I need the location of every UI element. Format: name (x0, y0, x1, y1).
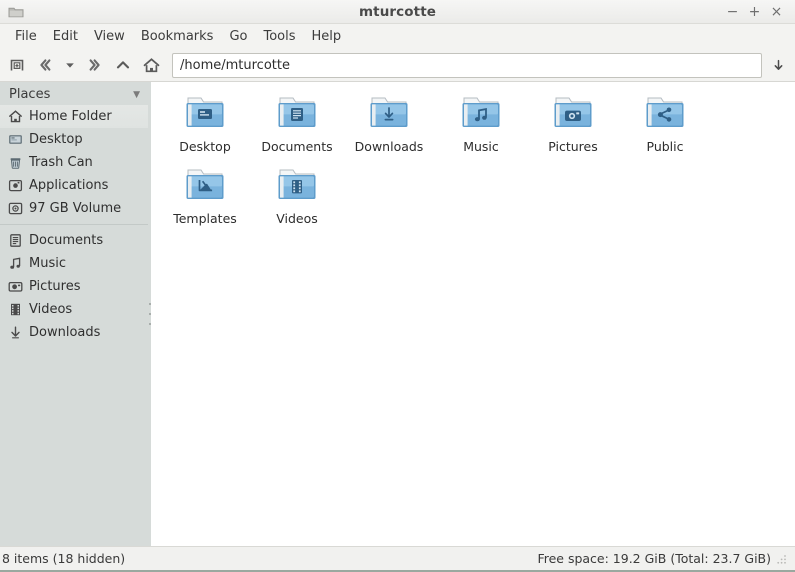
new-tab-icon[interactable] (4, 52, 30, 78)
file-name: Downloads (354, 139, 424, 154)
sidebar-item-desktop[interactable]: Desktop (0, 128, 148, 151)
file-name: Pictures (548, 139, 598, 154)
places-sidebar: Places ▼ Home Folder Desktop Trash Can A… (0, 82, 148, 546)
menu-bar: File Edit View Bookmarks Go Tools Help (0, 24, 795, 49)
sidebar-item-pictures[interactable]: Pictures (0, 275, 148, 298)
file-item-music[interactable]: Music (435, 88, 527, 160)
file-name: Public (646, 139, 684, 154)
sidebar-item-label: Trash Can (29, 155, 93, 170)
sidebar-item-music[interactable]: Music (0, 252, 148, 275)
folder-public-icon (641, 92, 689, 136)
folder-videos-icon (273, 164, 321, 208)
drive-icon (7, 201, 23, 217)
sidebar-item-label: Documents (29, 233, 104, 248)
sidebar-item-97-gb-volume[interactable]: 97 GB Volume (0, 197, 148, 220)
file-item-public[interactable]: Public (619, 88, 711, 160)
path-input[interactable]: /home/mturcotte (172, 52, 762, 78)
folder-desktop-icon (181, 92, 229, 136)
file-item-templates[interactable]: Templates (159, 160, 251, 232)
status-item-count: 8 items (18 hidden) (2, 551, 126, 566)
history-dropdown-icon[interactable] (60, 52, 80, 78)
file-item-desktop[interactable]: Desktop (159, 88, 251, 160)
file-manager-window: mturcotte − + × File Edit View Bookmarks… (0, 0, 795, 572)
folder-music-icon (457, 92, 505, 136)
minimize-button[interactable]: − (726, 5, 739, 19)
down-arrow-icon[interactable] (767, 53, 789, 78)
window-controls: − + × (726, 5, 789, 19)
sidebar-item-label: Desktop (29, 132, 83, 147)
home-icon (7, 109, 23, 125)
pictures-icon (7, 279, 23, 295)
sidebar-item-label: Music (29, 256, 66, 271)
sidebar-item-downloads[interactable]: Downloads (0, 321, 148, 344)
home-icon[interactable] (138, 52, 164, 78)
sidebar-item-applications[interactable]: Applications (0, 174, 148, 197)
status-right-group: Free space: 19.2 GiB (Total: 23.7 GiB) (537, 551, 787, 566)
file-name: Templates (173, 211, 237, 226)
up-icon[interactable] (110, 52, 136, 78)
file-name: Music (463, 139, 499, 154)
chevron-down-icon[interactable]: ▼ (133, 90, 140, 100)
main-area: Places ▼ Home Folder Desktop Trash Can A… (0, 82, 795, 546)
close-button[interactable]: × (770, 5, 783, 19)
menu-go[interactable]: Go (221, 26, 255, 47)
places-header[interactable]: Places ▼ (0, 84, 148, 105)
menu-file[interactable]: File (7, 26, 45, 47)
file-name: Documents (261, 139, 333, 154)
applications-icon (7, 178, 23, 194)
maximize-button[interactable]: + (748, 5, 761, 19)
menu-help[interactable]: Help (304, 26, 350, 47)
sidebar-item-documents[interactable]: Documents (0, 229, 148, 252)
folder-templates-icon (181, 164, 229, 208)
downloads-icon (7, 325, 23, 341)
file-item-downloads[interactable]: Downloads (343, 88, 435, 160)
file-item-videos[interactable]: Videos (251, 160, 343, 232)
file-name: Desktop (179, 139, 231, 154)
status-free-space: Free space: 19.2 GiB (Total: 23.7 GiB) (537, 551, 771, 566)
file-name: Videos (276, 211, 318, 226)
sidebar-item-label: 97 GB Volume (29, 201, 122, 216)
resize-grip-icon[interactable] (777, 553, 787, 565)
trash-icon (7, 155, 23, 171)
icon-grid: Desktop Documents Downloads Music Pictur… (151, 82, 795, 232)
sidebar-item-label: Home Folder (29, 109, 112, 124)
menu-edit[interactable]: Edit (45, 26, 86, 47)
sidebar-item-label: Pictures (29, 279, 81, 294)
videos-icon (7, 302, 23, 318)
folder-documents-icon (273, 92, 321, 136)
music-icon (7, 256, 23, 272)
title-bar: mturcotte − + × (0, 0, 795, 24)
location-bar: /home/mturcotte (172, 52, 789, 78)
desktop-icon (7, 132, 23, 148)
window-title: mturcotte (358, 3, 437, 20)
sidebar-item-trash-can[interactable]: Trash Can (0, 151, 148, 174)
forward-icon[interactable] (82, 52, 108, 78)
toolbar: /home/mturcotte (0, 49, 795, 82)
sidebar-item-videos[interactable]: Videos (0, 298, 148, 321)
sidebar-item-label: Applications (29, 178, 109, 193)
back-icon[interactable] (32, 52, 58, 78)
status-bar: 8 items (18 hidden) Free space: 19.2 GiB… (0, 546, 795, 570)
menu-tools[interactable]: Tools (255, 26, 303, 47)
folder-downloads-icon (365, 92, 413, 136)
file-list-view[interactable]: Desktop Documents Downloads Music Pictur… (151, 82, 795, 546)
sidebar-divider (0, 224, 148, 225)
menu-view[interactable]: View (86, 26, 133, 47)
menu-bookmarks[interactable]: Bookmarks (133, 26, 222, 47)
sidebar-item-home-folder[interactable]: Home Folder (0, 105, 148, 128)
places-header-label: Places (9, 87, 51, 102)
documents-icon (7, 233, 23, 249)
sidebar-item-label: Videos (29, 302, 73, 317)
folder-pictures-icon (549, 92, 597, 136)
sidebar-item-label: Downloads (29, 325, 101, 340)
file-item-pictures[interactable]: Pictures (527, 88, 619, 160)
folder-icon (8, 4, 24, 20)
file-item-documents[interactable]: Documents (251, 88, 343, 160)
